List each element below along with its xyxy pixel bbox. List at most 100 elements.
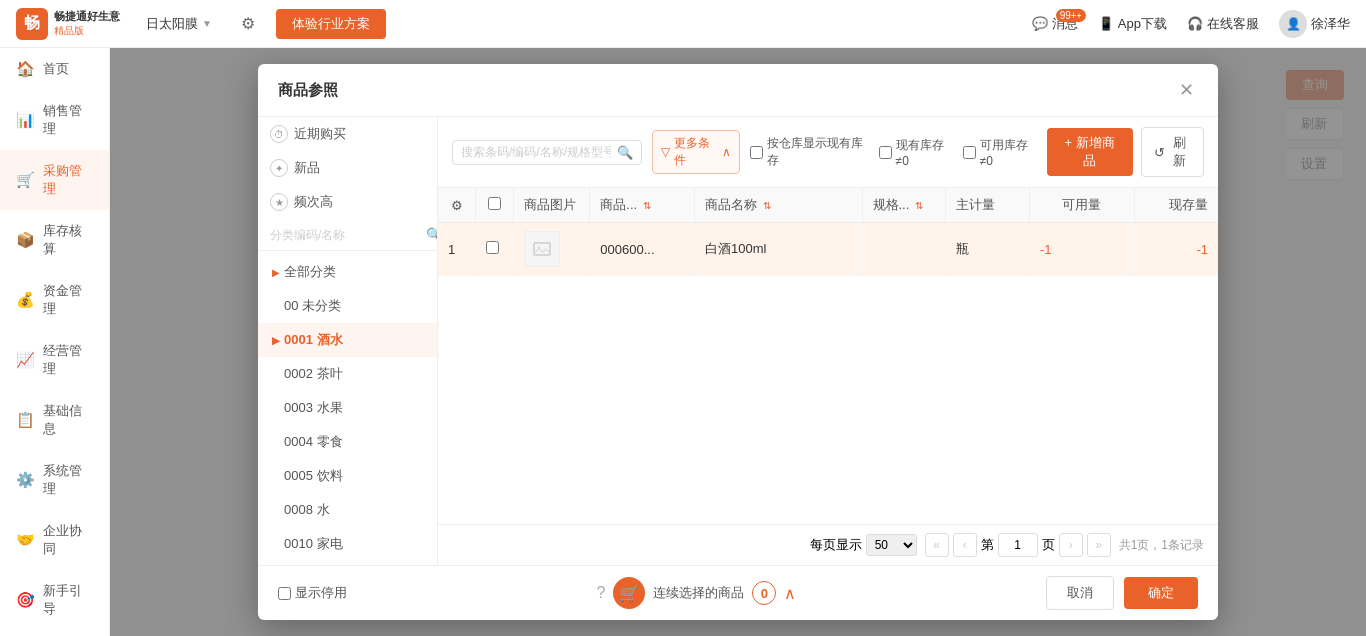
- warehouse-stock-checkbox[interactable]: [750, 146, 763, 159]
- row-checkbox: [476, 223, 514, 276]
- prev-page-button[interactable]: ‹: [953, 533, 977, 557]
- phone-icon: 📱: [1098, 16, 1114, 31]
- refresh-button[interactable]: ↺ 刷新: [1141, 127, 1204, 177]
- chevron-down-icon: ▼: [202, 18, 212, 29]
- page-number-input[interactable]: [998, 533, 1038, 557]
- th-product-image: 商品图片: [513, 188, 589, 223]
- inventory-icon: 📦: [16, 231, 35, 249]
- sidebar-item-collab[interactable]: 🤝 企业协同: [0, 510, 109, 570]
- page-navigation: « ‹ 第 页 › »: [925, 533, 1111, 557]
- avail-nonzero-checkbox[interactable]: [963, 146, 976, 159]
- modal-close-button[interactable]: ✕: [1174, 78, 1198, 102]
- frequent-link[interactable]: ★ 频次高: [258, 185, 437, 219]
- sidebar-item-system[interactable]: ⚙️ 系统管理: [0, 450, 109, 510]
- category-all[interactable]: ▶ 全部分类: [258, 255, 437, 289]
- th-product-name: 商品名称 ⇅: [694, 188, 862, 223]
- online-service-button[interactable]: 🎧 在线客服: [1187, 15, 1259, 33]
- column-settings-icon[interactable]: ⚙: [451, 198, 463, 213]
- category-search-icon[interactable]: 🔍: [426, 227, 438, 242]
- question-icon[interactable]: ?: [597, 584, 606, 602]
- row-avail: -1: [1030, 223, 1135, 276]
- th-unit: 主计量: [946, 188, 1030, 223]
- trial-button[interactable]: 体验行业方案: [276, 9, 386, 39]
- recent-purchase-link[interactable]: ⏱ 近期购买: [258, 117, 437, 151]
- category-0010[interactable]: 0010 家电: [258, 527, 437, 561]
- sidebar-item-inventory[interactable]: 📦 库存核算: [0, 210, 109, 270]
- sidebar-item-home[interactable]: 🏠 首页: [0, 48, 109, 90]
- toolbar-right: + 新增商品 ↺ 刷新: [1047, 127, 1204, 177]
- more-filters-button[interactable]: ▽ 更多条件 ∧: [652, 130, 740, 174]
- row-name: 白酒100ml: [694, 223, 862, 276]
- next-page-button[interactable]: ›: [1059, 533, 1083, 557]
- cancel-button[interactable]: 取消: [1046, 576, 1114, 610]
- th-stock: 现存量: [1134, 188, 1218, 223]
- sidebar-item-purchase[interactable]: 🛒 采购管理: [0, 150, 109, 210]
- category-0001[interactable]: ▶ 0001 酒水: [258, 323, 437, 357]
- category-0004[interactable]: 0004 零食: [258, 425, 437, 459]
- module-selector[interactable]: 日太阳膜 ▼: [138, 11, 220, 37]
- product-table-wrap: ⚙ 商品图片: [438, 188, 1218, 524]
- category-search-input[interactable]: [270, 228, 420, 242]
- app-download-button[interactable]: 📱 App下载: [1098, 15, 1167, 33]
- show-disabled-checkbox[interactable]: [278, 587, 291, 600]
- sidebar-item-basic[interactable]: 📋 基础信息: [0, 390, 109, 450]
- product-reference-modal: 商品参照 ✕ ⏱ 近期购买 ✦: [258, 64, 1218, 620]
- modal-header: 商品参照 ✕: [258, 64, 1218, 117]
- sidebar-item-apps[interactable]: 📱 应用中心: [0, 630, 109, 636]
- sidebar-item-guide[interactable]: 🎯 新手引导: [0, 570, 109, 630]
- stock-nonzero-filter[interactable]: 现有库存≠0: [879, 137, 953, 168]
- finance-icon: 💰: [16, 291, 35, 309]
- sidebar-item-business[interactable]: 📈 经营管理: [0, 330, 109, 390]
- sidebar-item-finance[interactable]: 💰 资金管理: [0, 270, 109, 330]
- clock-icon: ⏱: [270, 125, 288, 143]
- modal-body: ⏱ 近期购买 ✦ 新品 ★ 频次高: [258, 117, 1218, 565]
- category-0005[interactable]: 0005 饮料: [258, 459, 437, 493]
- category-00[interactable]: 00 未分类: [258, 289, 437, 323]
- logo-text: 畅捷通好生意 精品版: [54, 9, 120, 38]
- user-menu[interactable]: 👤 徐泽华: [1279, 10, 1350, 38]
- product-search-input[interactable]: [461, 145, 611, 159]
- new-product-link[interactable]: ✦ 新品: [258, 151, 437, 185]
- th-select-all: [476, 188, 514, 223]
- collapse-up-icon[interactable]: ∧: [784, 584, 796, 603]
- left-sidebar: 🏠 首页 📊 销售管理 🛒 采购管理 📦 库存核算 💰 资金管理 📈 经营管理 …: [0, 48, 110, 636]
- avatar: 👤: [1279, 10, 1307, 38]
- messages-button[interactable]: 💬 消息 99++: [1032, 15, 1078, 33]
- message-badge: 99++: [1056, 9, 1086, 22]
- sidebar-item-sales[interactable]: 📊 销售管理: [0, 90, 109, 150]
- row-num: 1: [438, 223, 476, 276]
- page-size-select[interactable]: 20 50 100: [866, 534, 917, 556]
- selected-count-badge: 0: [752, 581, 776, 605]
- refresh-icon: ↺: [1154, 145, 1165, 160]
- settings-icon[interactable]: ⚙: [232, 8, 264, 40]
- panel-collapse-button[interactable]: 《: [437, 316, 438, 366]
- row-code: 000600...: [590, 223, 695, 276]
- avail-nonzero-filter[interactable]: 可用库存≠0: [963, 137, 1037, 168]
- chevron-up-icon: ∧: [722, 145, 731, 159]
- select-all-checkbox[interactable]: [488, 197, 501, 210]
- category-search-box: 🔍: [258, 219, 437, 251]
- nav-right: 💬 消息 99++ 📱 App下载 🎧 在线客服 👤 徐泽华: [1032, 10, 1350, 38]
- product-panel: 🔍 ▽ 更多条件 ∧ 按仓库显示现有库存: [438, 117, 1218, 565]
- page-size-selector: 每页显示 20 50 100: [810, 534, 917, 556]
- category-0002[interactable]: 0002 茶叶: [258, 357, 437, 391]
- stock-nonzero-checkbox[interactable]: [879, 146, 892, 159]
- confirm-button[interactable]: 确定: [1124, 577, 1198, 609]
- last-page-button[interactable]: »: [1087, 533, 1111, 557]
- cart-icon[interactable]: 🛒: [613, 577, 645, 609]
- table-header-row: ⚙ 商品图片: [438, 188, 1218, 223]
- category-0003[interactable]: 0003 水果: [258, 391, 437, 425]
- row-image: [513, 223, 589, 276]
- row-select-checkbox[interactable]: [486, 241, 499, 254]
- warehouse-stock-filter[interactable]: 按仓库显示现有库存: [750, 135, 868, 169]
- table-row[interactable]: 1: [438, 223, 1218, 276]
- category-0008[interactable]: 0008 水: [258, 493, 437, 527]
- home-icon: 🏠: [16, 60, 35, 78]
- add-product-button[interactable]: + 新增商品: [1047, 128, 1133, 176]
- logo-icon: 畅: [16, 8, 48, 40]
- product-search-icon[interactable]: 🔍: [617, 145, 633, 160]
- top-nav: 畅 畅捷通好生意 精品版 日太阳膜 ▼ ⚙ 体验行业方案 💬 消息 99++ 📱…: [0, 0, 1366, 48]
- show-disabled-label[interactable]: 显示停用: [278, 584, 347, 602]
- product-image: [524, 231, 560, 267]
- first-page-button[interactable]: «: [925, 533, 949, 557]
